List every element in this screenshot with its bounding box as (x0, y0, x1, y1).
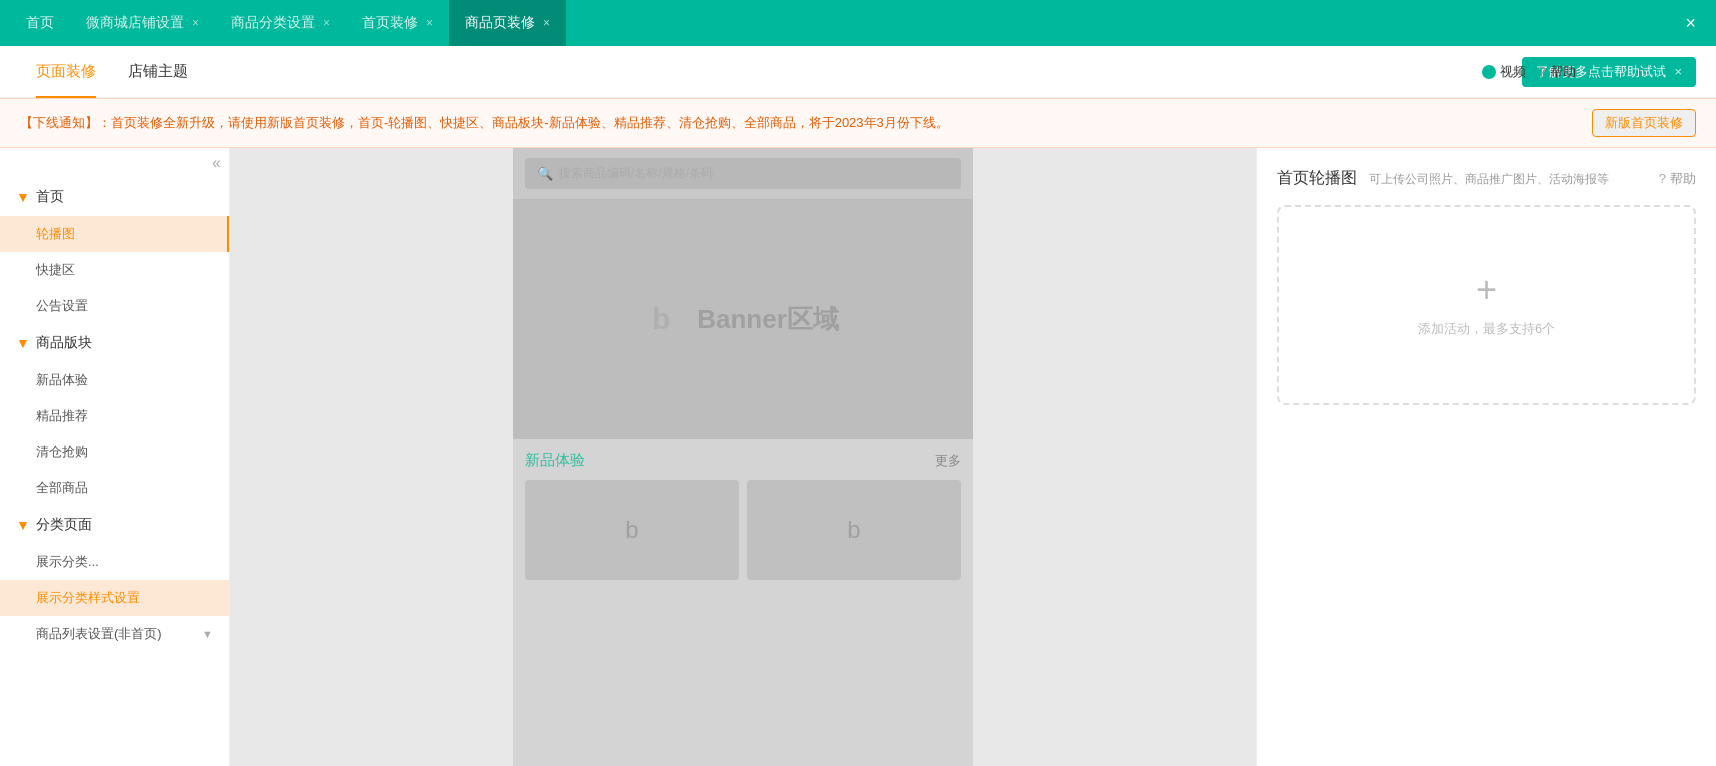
tab-home-decor[interactable]: 首页装修 × (346, 0, 449, 46)
sidebar-item-category-style[interactable]: 展示分类样式设置 (0, 580, 229, 616)
tab-home[interactable]: 首页 (10, 0, 70, 46)
banner-logo-icon: b (647, 299, 687, 339)
sidebar-section-category[interactable]: ▼ 分类页面 (0, 506, 229, 544)
product-section-header: 新品体验 更多 (525, 451, 961, 470)
sidebar-item-new-exp[interactable]: 新品体验 (0, 362, 229, 398)
right-panel-title-area: 首页轮播图 可上传公司照片、商品推广图片、活动海报等 (1277, 168, 1609, 189)
chevron-down-icon: ▼ (202, 628, 213, 640)
help-banner-close[interactable]: × (1674, 64, 1682, 79)
product-item-2[interactable]: b (747, 480, 961, 580)
preview-search-bar: 🔍 搜索商品编码/名称/规格/条码 (513, 148, 973, 199)
help-link[interactable]: ? 帮助 (1538, 63, 1576, 81)
product-placeholder-icon-1: b (625, 516, 638, 544)
question-circle-icon: ? (1659, 171, 1666, 186)
preview-area: 🔍 搜索商品编码/名称/规格/条码 b Banner区域 新品体验 更多 (230, 148, 1256, 766)
product-item-1[interactable]: b (525, 480, 739, 580)
tab-product-decor[interactable]: 商品页装修 × (449, 0, 566, 46)
sidebar: « ▼ 首页 轮播图 快捷区 公告设置 ▼ 商品版块 新品体验 精品推荐 清仓抢… (0, 148, 230, 766)
tab-bar: 首页 微商城店铺设置 × 商品分类设置 × 首页装修 × 商品页装修 × × (0, 0, 1716, 46)
preview-search-box[interactable]: 🔍 搜索商品编码/名称/规格/条码 (525, 158, 961, 189)
add-activity-box[interactable]: + 添加活动，最多支持6个 (1277, 205, 1696, 405)
new-version-btn[interactable]: 新版首页装修 (1592, 109, 1696, 137)
close-home-decor[interactable]: × (426, 16, 433, 30)
add-activity-text: 添加活动，最多支持6个 (1418, 320, 1555, 338)
plus-icon: + (1476, 272, 1497, 308)
arrow-down-icon: ▼ (16, 189, 30, 205)
question-icon: ? (1538, 63, 1546, 80)
right-panel-help-btn[interactable]: ? 帮助 (1659, 170, 1696, 188)
phone-preview: 🔍 搜索商品编码/名称/规格/条码 b Banner区域 新品体验 更多 (513, 148, 973, 766)
product-section: 新品体验 更多 b b (513, 439, 973, 592)
product-placeholder-icon-2: b (847, 516, 860, 544)
sub-tab-bar: 页面装修 店铺主题 了解更多点击帮助试试 × 视频 ? 帮助 (0, 46, 1716, 98)
tab-bar-close-btn[interactable]: × (1675, 13, 1706, 34)
svg-text:b: b (652, 302, 670, 335)
sidebar-section-product-block[interactable]: ▼ 商品版块 (0, 324, 229, 362)
sidebar-item-show-category[interactable]: 展示分类... (0, 544, 229, 580)
right-panel: 首页轮播图 可上传公司照片、商品推广图片、活动海报等 ? 帮助 + 添加活动，最… (1256, 148, 1716, 766)
sub-tab-page-decor[interactable]: 页面装修 (20, 46, 112, 98)
product-section-more[interactable]: 更多 (935, 452, 961, 470)
arrow-down-icon-2: ▼ (16, 335, 30, 351)
product-section-title: 新品体验 (525, 451, 585, 470)
main-content: « ▼ 首页 轮播图 快捷区 公告设置 ▼ 商品版块 新品体验 精品推荐 清仓抢… (0, 148, 1716, 766)
sidebar-item-featured[interactable]: 精品推荐 (0, 398, 229, 434)
close-product-decor[interactable]: × (543, 16, 550, 30)
notice-bar: 【下线通知】：首页装修全新升级，请使用新版首页装修，首页-轮播图、快捷区、商品板… (0, 98, 1716, 148)
video-icon (1482, 65, 1496, 79)
sidebar-item-all-products[interactable]: 全部商品 (0, 470, 229, 506)
sidebar-item-banner[interactable]: 轮播图 (0, 216, 229, 252)
close-category-settings[interactable]: × (323, 16, 330, 30)
sidebar-item-product-list[interactable]: 商品列表设置(非首页) ▼ (0, 616, 229, 652)
sub-tab-store-theme[interactable]: 店铺主题 (112, 46, 204, 98)
right-panel-header: 首页轮播图 可上传公司照片、商品推广图片、活动海报等 ? 帮助 (1277, 168, 1696, 189)
search-icon: 🔍 (537, 166, 553, 181)
sidebar-section-home[interactable]: ▼ 首页 (0, 178, 229, 216)
sidebar-item-shortcut[interactable]: 快捷区 (0, 252, 229, 288)
sidebar-collapse-btn[interactable]: « (0, 148, 229, 178)
tab-store-settings[interactable]: 微商城店铺设置 × (70, 0, 215, 46)
sidebar-item-clearance[interactable]: 清仓抢购 (0, 434, 229, 470)
product-grid: b b (525, 480, 961, 580)
right-panel-subtitle: 可上传公司照片、商品推广图片、活动海报等 (1369, 172, 1609, 186)
close-store-settings[interactable]: × (192, 16, 199, 30)
notice-text: 【下线通知】：首页装修全新升级，请使用新版首页装修，首页-轮播图、快捷区、商品板… (20, 114, 949, 132)
video-link[interactable]: 视频 (1482, 63, 1526, 81)
collapse-icon: « (212, 154, 221, 172)
banner-area[interactable]: b Banner区域 (513, 199, 973, 439)
right-panel-title: 首页轮播图 (1277, 169, 1357, 186)
sidebar-item-notice[interactable]: 公告设置 (0, 288, 229, 324)
arrow-down-icon-3: ▼ (16, 517, 30, 533)
tab-category-settings[interactable]: 商品分类设置 × (215, 0, 346, 46)
